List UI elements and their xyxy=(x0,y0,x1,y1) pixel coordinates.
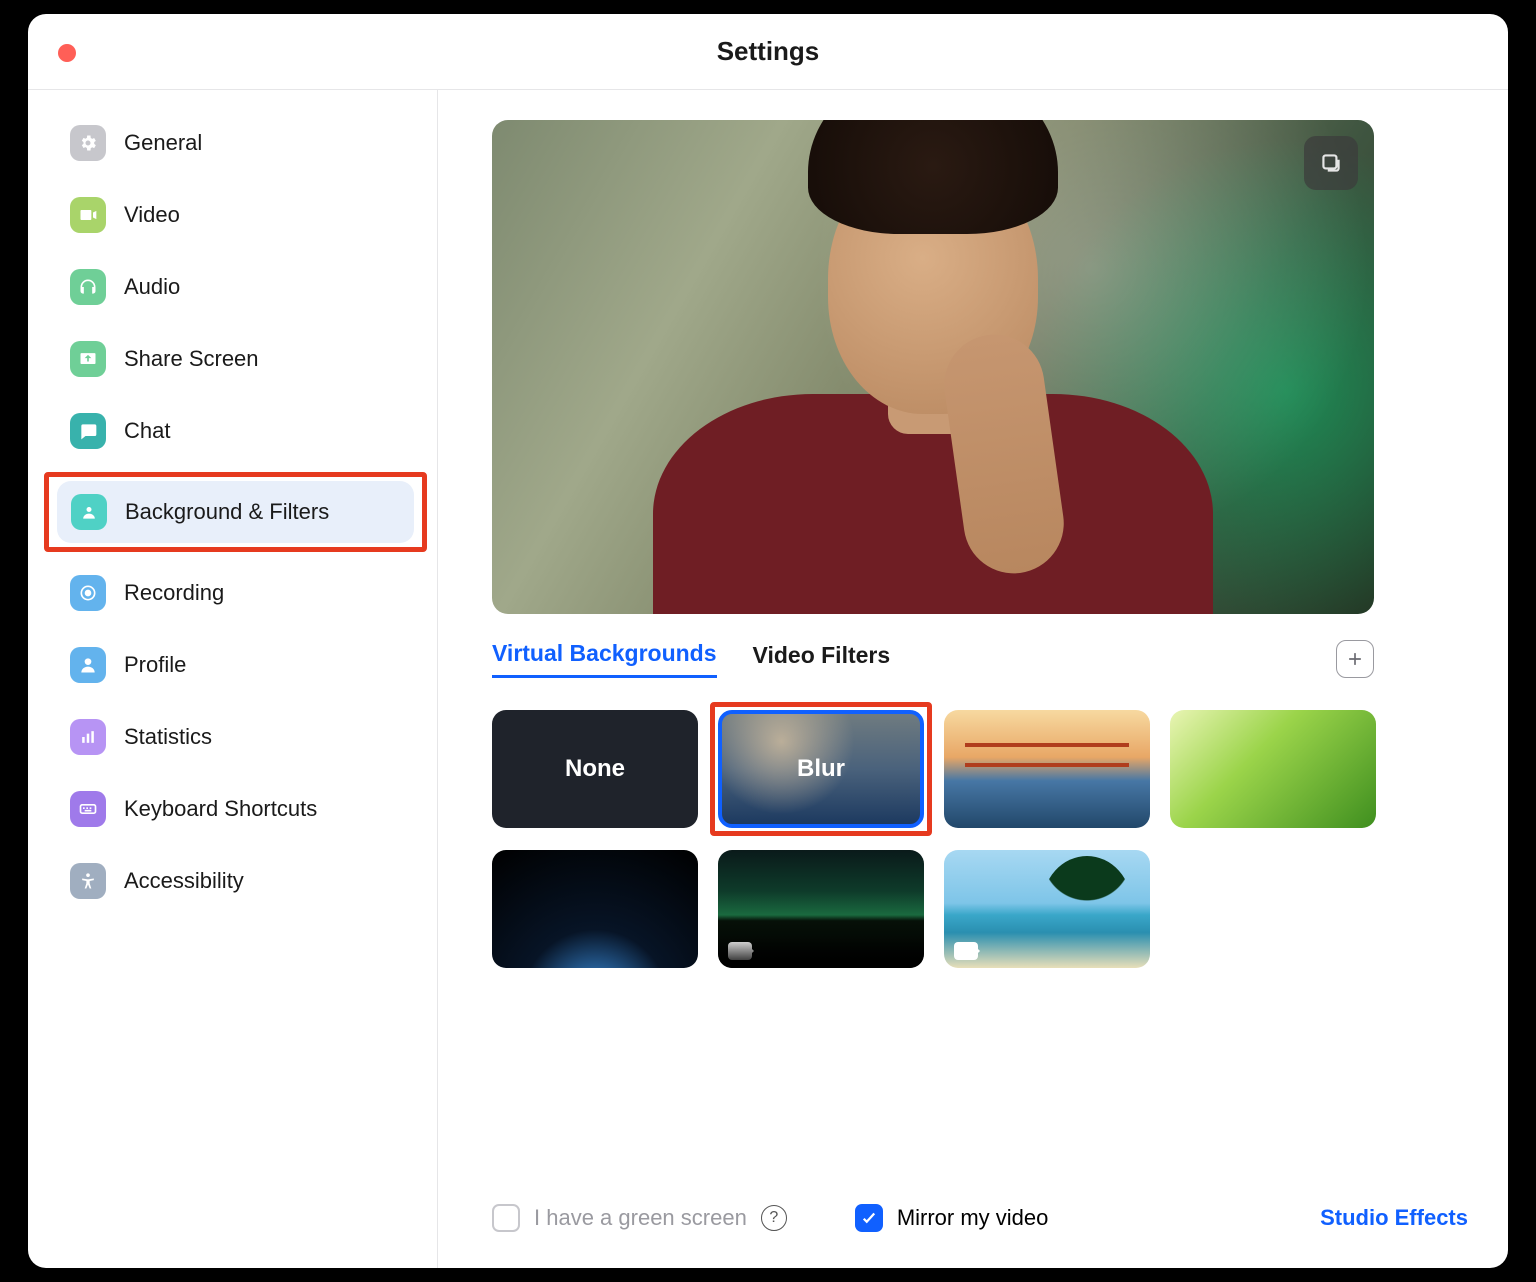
sidebar-item-keyboard-shortcuts[interactable]: Keyboard Shortcuts xyxy=(56,778,415,840)
footer-row: I have a green screen ? Mirror my video … xyxy=(492,1204,1468,1232)
profile-icon xyxy=(70,647,106,683)
background-none-label: None xyxy=(565,755,625,783)
sidebar-item-label: Audio xyxy=(124,274,180,300)
sidebar-item-label: Chat xyxy=(124,418,170,444)
background-option-none[interactable]: None xyxy=(492,710,698,828)
video-badge-icon xyxy=(728,942,752,960)
sidebar-item-accessibility[interactable]: Accessibility xyxy=(56,850,415,912)
headphones-icon xyxy=(70,269,106,305)
gear-icon xyxy=(70,125,106,161)
keyboard-icon xyxy=(70,791,106,827)
content-pane: Virtual Backgrounds Video Filters None B… xyxy=(438,90,1508,1268)
video-badge-icon xyxy=(954,942,978,960)
video-preview xyxy=(492,120,1374,614)
sidebar-item-label: Keyboard Shortcuts xyxy=(124,796,317,822)
background-option-aurora[interactable] xyxy=(718,850,924,968)
sidebar-item-background-filters[interactable]: Background & Filters xyxy=(57,481,414,543)
tab-virtual-backgrounds[interactable]: Virtual Backgrounds xyxy=(492,640,717,678)
share-icon xyxy=(70,341,106,377)
sidebar-item-label: General xyxy=(124,130,202,156)
studio-effects-link[interactable]: Studio Effects xyxy=(1320,1205,1468,1231)
background-option-blur[interactable]: Blur xyxy=(718,710,924,828)
background-option-bridge[interactable] xyxy=(944,710,1150,828)
sidebar-item-label: Background & Filters xyxy=(125,499,329,525)
rotate-camera-button[interactable] xyxy=(1304,136,1358,190)
mirror-video-label: Mirror my video xyxy=(897,1205,1049,1231)
sidebar: General Video Audio Share Screen xyxy=(28,90,438,1268)
sidebar-item-recording[interactable]: Recording xyxy=(56,562,415,624)
sidebar-item-statistics[interactable]: Statistics xyxy=(56,706,415,768)
chat-icon xyxy=(70,413,106,449)
background-option-earth[interactable] xyxy=(492,850,698,968)
green-screen-label: I have a green screen xyxy=(534,1205,747,1231)
close-window-button[interactable] xyxy=(58,44,76,62)
sidebar-item-general[interactable]: General xyxy=(56,112,415,174)
green-screen-checkbox[interactable] xyxy=(492,1204,520,1232)
sidebar-item-label: Profile xyxy=(124,652,186,678)
sidebar-item-share-screen[interactable]: Share Screen xyxy=(56,328,415,390)
record-icon xyxy=(70,575,106,611)
sidebar-item-video[interactable]: Video xyxy=(56,184,415,246)
sidebar-item-label: Statistics xyxy=(124,724,212,750)
sidebar-item-label: Recording xyxy=(124,580,224,606)
sidebar-item-chat[interactable]: Chat xyxy=(56,400,415,462)
video-icon xyxy=(70,197,106,233)
green-screen-help-icon[interactable]: ? xyxy=(761,1205,787,1231)
add-background-button[interactable] xyxy=(1336,640,1374,678)
window-body: General Video Audio Share Screen xyxy=(28,90,1508,1268)
mirror-video-checkbox[interactable] xyxy=(855,1204,883,1232)
background-grid: None Blur xyxy=(492,710,1392,968)
annotation-highlight-blur: Blur xyxy=(718,710,924,828)
titlebar: Settings xyxy=(28,14,1508,90)
annotation-highlight-sidebar: Background & Filters xyxy=(44,472,427,552)
settings-window: Settings General Video Audio xyxy=(28,14,1508,1268)
background-blur-label: Blur xyxy=(797,755,845,783)
background-icon xyxy=(71,494,107,530)
background-option-beach[interactable] xyxy=(944,850,1150,968)
accessibility-icon xyxy=(70,863,106,899)
window-title: Settings xyxy=(717,36,820,67)
tab-video-filters[interactable]: Video Filters xyxy=(753,642,891,677)
tab-row: Virtual Backgrounds Video Filters xyxy=(492,640,1374,678)
sidebar-item-label: Video xyxy=(124,202,180,228)
sidebar-item-profile[interactable]: Profile xyxy=(56,634,415,696)
background-option-grass[interactable] xyxy=(1170,710,1376,828)
window-controls xyxy=(58,44,76,62)
sidebar-item-label: Share Screen xyxy=(124,346,259,372)
sidebar-item-audio[interactable]: Audio xyxy=(56,256,415,318)
stats-icon xyxy=(70,719,106,755)
sidebar-item-label: Accessibility xyxy=(124,868,244,894)
